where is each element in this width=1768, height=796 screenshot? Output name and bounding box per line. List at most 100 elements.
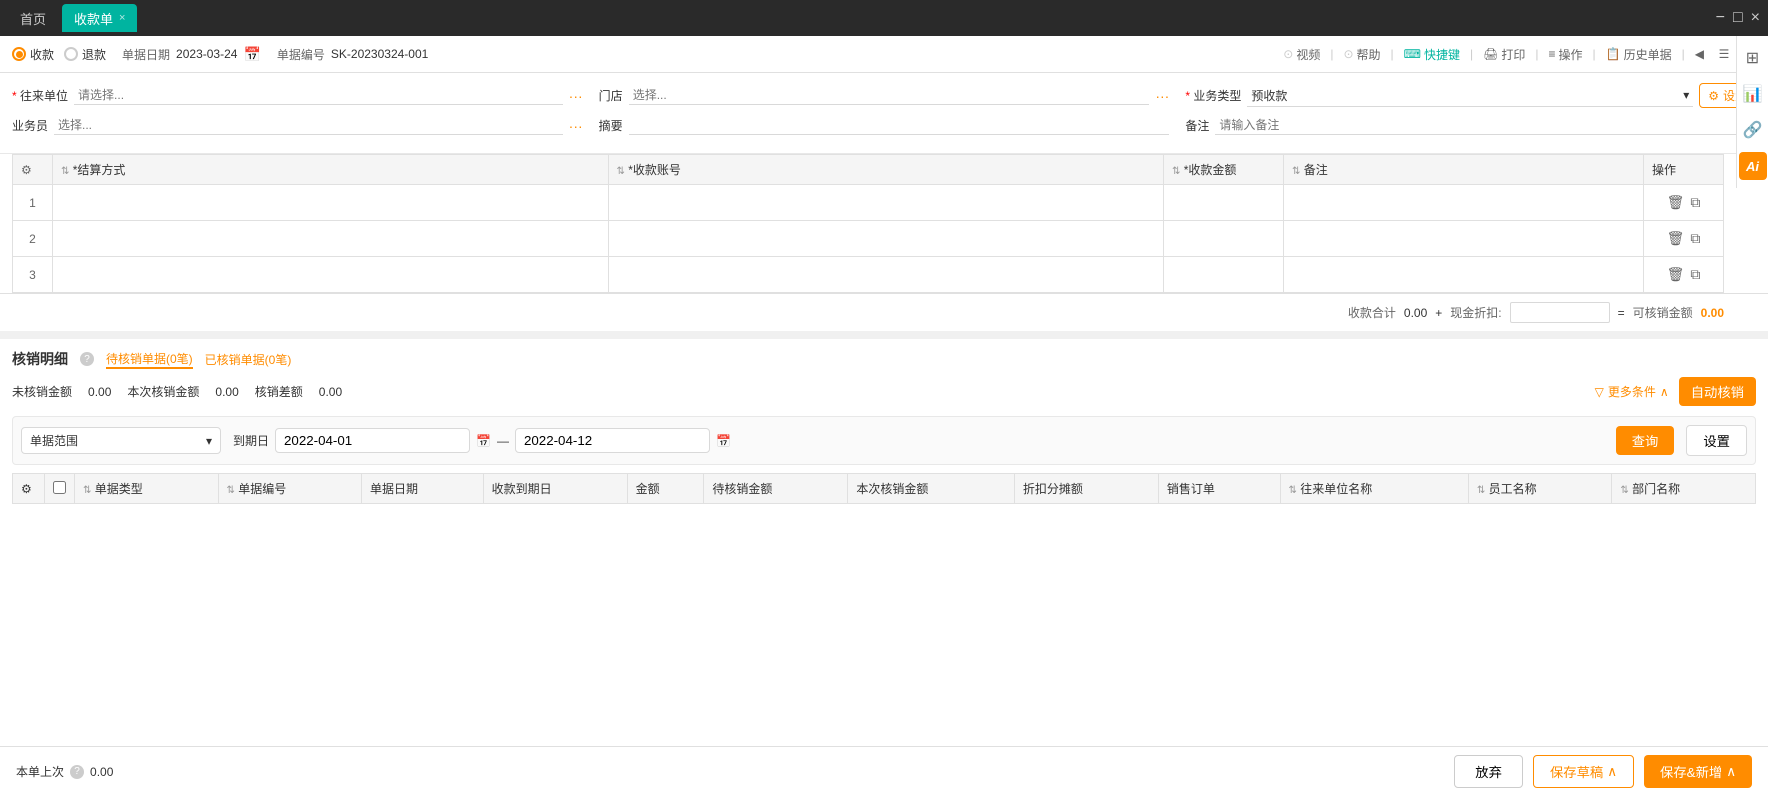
help-btn[interactable]: ⊙ 帮助 <box>1343 46 1380 63</box>
calendar-from-icon[interactable]: 📅 <box>476 434 491 448</box>
operation-label: 操作 <box>1559 46 1583 63</box>
window-maximize[interactable]: □ <box>1733 9 1743 27</box>
row-3-note[interactable] <box>1284 257 1644 293</box>
calendar-icon[interactable]: 📅 <box>243 46 260 63</box>
form-row-2: 业务员 ··· 摘要 备注 <box>12 116 1756 135</box>
staff-input[interactable] <box>54 116 563 135</box>
reconcile-header: 核销明细 ? 待核销单据(0笔) 已核销单据(0笔) <box>12 349 1756 369</box>
summary-input[interactable] <box>629 116 1170 135</box>
video-btn[interactable]: ⊙ 视频 <box>1283 46 1320 63</box>
bottom-table-container: ⚙ ⇅ 单据类型 ⇅ 单据编号 单据日期 <box>12 473 1756 504</box>
radio-refund[interactable]: 退款 <box>64 46 106 63</box>
list-view-icon[interactable]: ☰ <box>1714 44 1734 64</box>
more-conditions-btn[interactable]: ▽ 更多条件 ∧ <box>1595 383 1669 400</box>
row-1-payment[interactable] <box>53 185 609 221</box>
tab-home[interactable]: 首页 <box>8 4 58 32</box>
store-input[interactable] <box>629 86 1150 105</box>
sidebar-ai-icon[interactable]: Ai <box>1739 152 1767 180</box>
row-1-account[interactable] <box>608 185 1164 221</box>
divider2: | <box>1391 47 1394 61</box>
row-3-amount[interactable] <box>1164 257 1284 293</box>
summary-label: 摘要 <box>599 117 623 134</box>
window-close[interactable]: × <box>1751 9 1760 27</box>
auto-reconcile-btn[interactable]: 自动核销 <box>1679 377 1756 406</box>
tab-pending[interactable]: 待核销单据(0笔) <box>106 350 193 369</box>
tab-completed[interactable]: 已核销单据(0笔) <box>205 351 292 368</box>
row-3-account[interactable] <box>608 257 1164 293</box>
table-row: 1 🗑 ⧉ <box>13 185 1724 221</box>
bth-pending: 待核销金额 <box>704 474 848 504</box>
table-gear-icon[interactable]: ⚙ <box>21 163 32 177</box>
tab-receipt[interactable]: 收款单 × <box>62 4 137 32</box>
tab-close-icon[interactable]: × <box>119 12 125 24</box>
window-minimize[interactable]: − <box>1716 9 1725 27</box>
radio-refund-label: 退款 <box>82 46 106 63</box>
date-field: 单据日期 2023-03-24 📅 <box>122 46 261 63</box>
draft-btn[interactable]: 保存草稿 ∧ <box>1533 755 1634 788</box>
date-to-input[interactable] <box>515 428 710 453</box>
radio-collect[interactable]: 收款 <box>12 46 54 63</box>
th-amount: ⇅ *收款金额 <box>1164 155 1284 185</box>
bill-range-select[interactable]: 单据范围 ▾ <box>21 427 221 454</box>
row-2-account[interactable] <box>608 221 1164 257</box>
row-3-payment[interactable] <box>53 257 609 293</box>
history-btn[interactable]: 📋 历史单据 <box>1606 46 1672 63</box>
more-conditions-label: 更多条件 <box>1608 383 1656 400</box>
row-3-delete-icon[interactable]: 🗑 <box>1667 266 1685 283</box>
th-note-label: 备注 <box>1304 163 1328 177</box>
gear-icon: ⚙ <box>1708 89 1719 103</box>
reconcile-right: ▽ 更多条件 ∧ 自动核销 <box>1595 377 1756 406</box>
chevron-up-icon: ∧ <box>1660 385 1669 399</box>
sidebar-link-icon[interactable]: 🔗 <box>1739 116 1767 144</box>
help-label: 帮助 <box>1357 46 1381 63</box>
abandon-btn[interactable]: 放弃 <box>1454 755 1523 788</box>
query-btn[interactable]: 查询 <box>1616 426 1675 455</box>
nav-left-icon[interactable]: ◀ <box>1695 47 1704 61</box>
row-3-copy-icon[interactable]: ⧉ <box>1690 266 1700 283</box>
cash-discount-input[interactable] <box>1510 302 1610 323</box>
counterpart-input[interactable] <box>74 86 563 105</box>
staff-more-icon[interactable]: ··· <box>569 118 583 134</box>
save-new-chevron-icon: ∧ <box>1726 764 1736 780</box>
number-value: SK-20230324-001 <box>331 47 428 61</box>
bottom-table: ⚙ ⇅ 单据类型 ⇅ 单据编号 单据日期 <box>12 473 1756 504</box>
operation-btn[interactable]: ≡ 操作 <box>1549 46 1583 63</box>
calendar-to-icon[interactable]: 📅 <box>716 434 731 448</box>
row-2-copy-icon[interactable]: ⧉ <box>1690 230 1700 247</box>
counterpart-more-icon[interactable]: ··· <box>569 88 583 104</box>
divider3: | <box>1470 47 1473 61</box>
store-more-icon[interactable]: ··· <box>1155 88 1169 104</box>
form-area: 往来单位 ··· 门店 ··· 业务类型 预收款 ▾ <box>0 73 1768 154</box>
bth-discount: 折扣分摊额 <box>1014 474 1158 504</box>
bill-range-chevron: ▾ <box>206 434 212 448</box>
select-all-checkbox[interactable] <box>53 481 66 494</box>
bth-settings: ⚙ <box>13 474 45 504</box>
row-2-note[interactable] <box>1284 221 1644 257</box>
verifiable-label: 可核销金额 <box>1633 304 1693 321</box>
sidebar-chart-icon[interactable]: 📊 <box>1739 80 1767 108</box>
collect-total-value: 0.00 <box>1404 306 1427 320</box>
row-2-payment[interactable] <box>53 221 609 257</box>
row-2-delete-icon[interactable]: 🗑 <box>1667 230 1685 247</box>
counterpart-field: 往来单位 ··· <box>12 86 583 105</box>
help-circle-icon: ⊙ <box>1343 47 1353 61</box>
bth-counterpart: ⇅ 往来单位名称 <box>1280 474 1468 504</box>
row-1-delete-icon[interactable]: 🗑 <box>1667 194 1685 211</box>
row-1-copy-icon[interactable]: ⧉ <box>1690 194 1700 211</box>
shortcut-btn[interactable]: ⌨ 快捷键 <box>1404 46 1460 63</box>
save-new-btn[interactable]: 保存&新增 ∧ <box>1644 755 1752 788</box>
business-type-select[interactable]: 预收款 ▾ <box>1247 85 1693 107</box>
print-btn[interactable]: 🖨 打印 <box>1483 46 1525 63</box>
sidebar-table-icon[interactable]: ⊞ <box>1739 44 1767 72</box>
reconcile-setting-btn[interactable]: 设置 <box>1686 425 1747 456</box>
bth-staff: ⇅ 员工名称 <box>1468 474 1612 504</box>
date-from-input[interactable] <box>275 428 470 453</box>
row-1-amount[interactable] <box>1164 185 1284 221</box>
row-2-amount[interactable] <box>1164 221 1284 257</box>
bill-range-label: 单据范围 <box>30 432 78 449</box>
reconcile-summary: 未核销金额 0.00 本次核销金额 0.00 核销差额 0.00 ▽ 更多条件 … <box>12 377 1756 406</box>
row-1-note[interactable] <box>1284 185 1644 221</box>
row-2-num: 2 <box>13 221 53 257</box>
bottom-gear-icon[interactable]: ⚙ <box>21 482 32 496</box>
note-input[interactable] <box>1215 116 1756 135</box>
